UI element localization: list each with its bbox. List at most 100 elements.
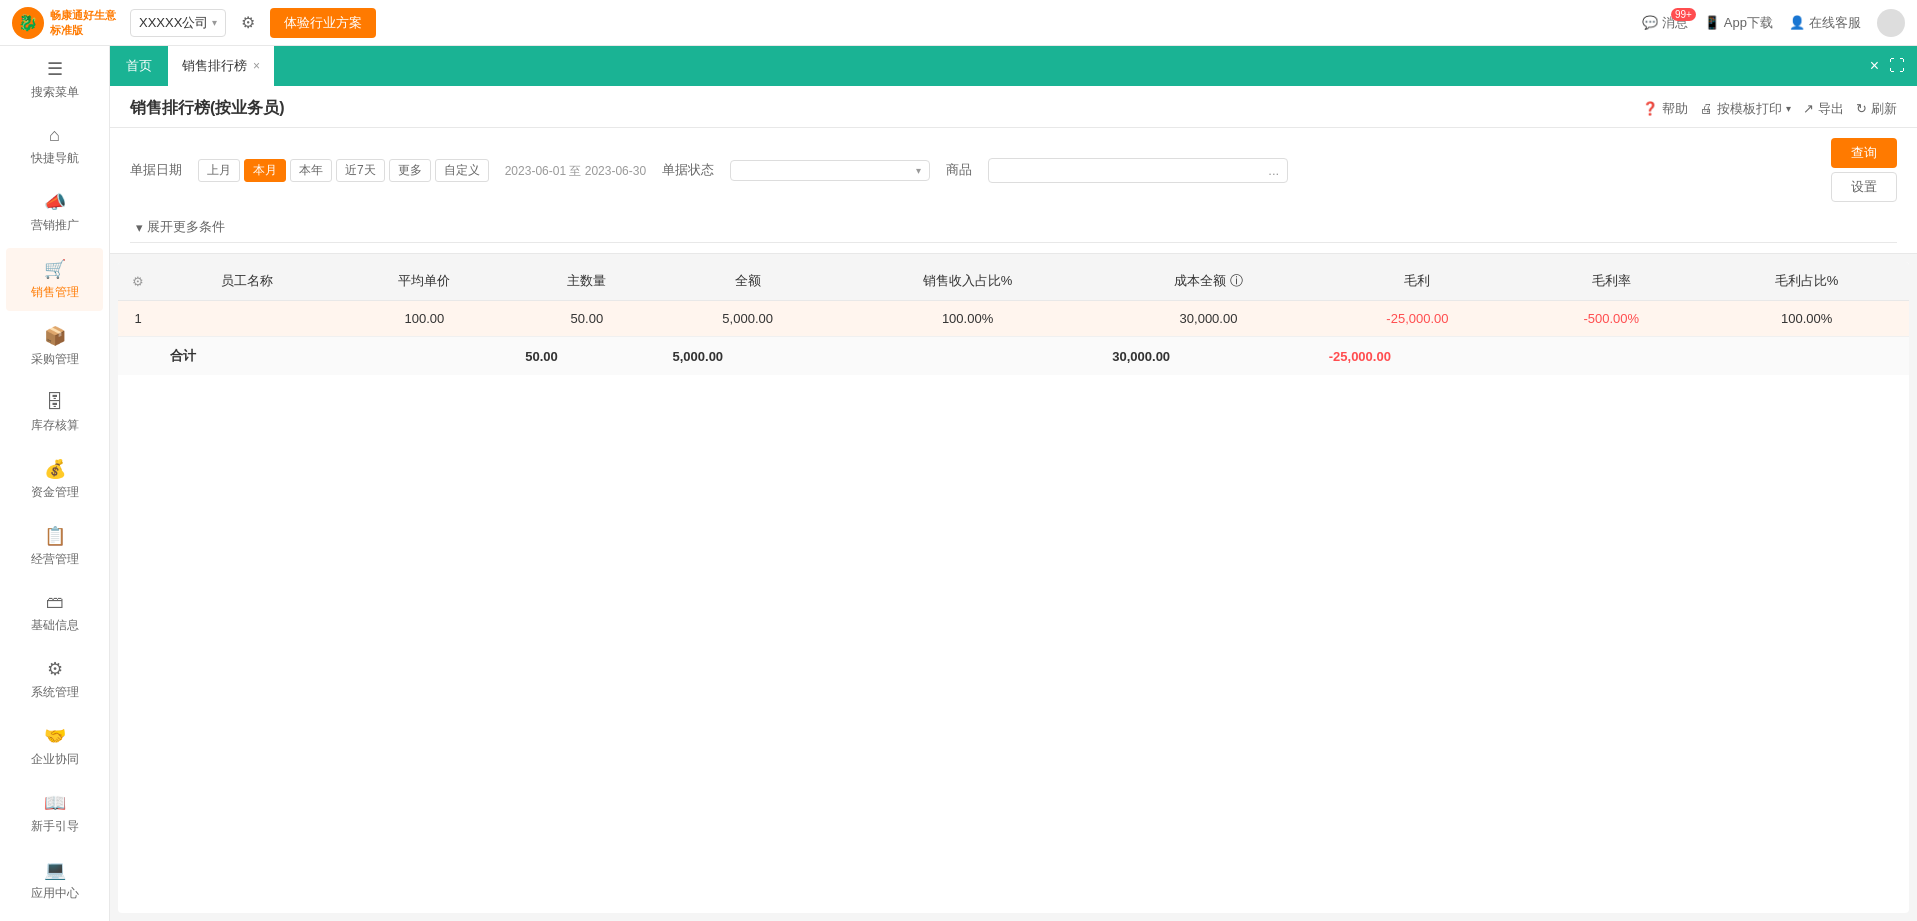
table-col-settings[interactable]: ⚙ (118, 262, 158, 301)
col-avg-price: 平均单价 (336, 262, 514, 301)
status-select-chevron-icon: ▾ (916, 165, 921, 176)
company-selector[interactable]: XXXXX公司 ▾ (130, 9, 226, 37)
cell-avg-price: 100.00 (336, 301, 514, 337)
refresh-button[interactable]: ↻ 刷新 (1856, 100, 1897, 118)
expand-more-row: ▾ 展开更多条件 (130, 206, 1897, 243)
window-maximize-icon[interactable]: ⛶ (1889, 57, 1905, 75)
footer-quantity: 50.00 (513, 337, 660, 376)
message-button[interactable]: 💬 消息 99+ (1642, 14, 1688, 32)
refresh-icon: ↻ (1856, 101, 1867, 116)
table-body: 1100.0050.005,000.00100.00%30,000.00-25,… (118, 301, 1909, 337)
tab-close-icon[interactable]: × (253, 59, 260, 73)
query-button[interactable]: 查询 (1831, 138, 1897, 168)
logo-icon: 🐉 (12, 7, 44, 39)
sidebar-item-sales[interactable]: 🛒 销售管理 (6, 248, 103, 311)
date-buttons: 上月 本月 本年 近7天 更多 自定义 (198, 159, 489, 182)
search-icon: ☰ (47, 58, 63, 80)
date-custom-button[interactable]: 自定义 (435, 159, 489, 182)
cell-gross: -25,000.00 (1317, 301, 1518, 337)
export-button[interactable]: ↗ 导出 (1803, 100, 1844, 118)
goods-filter-label: 商品 (946, 161, 972, 179)
status-select[interactable]: ▾ (730, 160, 930, 181)
footer-gross-rate (1518, 337, 1704, 376)
finance-icon: 💰 (44, 458, 66, 480)
expand-down-icon: ▾ (136, 220, 143, 235)
basics-icon: 🗃 (46, 592, 64, 613)
col-amount: 全额 (660, 262, 834, 301)
topbar-right: 💬 消息 99+ 📱 App下载 👤 在线客服 (1642, 9, 1905, 37)
sidebar-item-finance[interactable]: 💰 资金管理 (6, 448, 103, 511)
sidebar-item-enterprise[interactable]: 🤝 企业协同 (6, 715, 103, 778)
logo: 🐉 畅康通好生意 标准版 (12, 7, 122, 39)
tab-sales-ranking[interactable]: 销售排行榜 × (168, 46, 274, 86)
app-download-button[interactable]: 📱 App下载 (1704, 14, 1773, 32)
col-name: 员工名称 (158, 262, 336, 301)
sidebar-item-operations[interactable]: 📋 经营管理 (6, 515, 103, 578)
service-icon: 👤 (1789, 15, 1805, 30)
tab-home[interactable]: 首页 (110, 46, 168, 86)
sidebar-item-guide[interactable]: 📖 新手引导 (6, 782, 103, 845)
table-container: ⚙ 员工名称 平均单价 主数量 全额 销售收入占比% 成本全额 ⓘ 毛利 毛利率… (118, 262, 1909, 913)
data-table: ⚙ 员工名称 平均单价 主数量 全额 销售收入占比% 成本全额 ⓘ 毛利 毛利率… (118, 262, 1909, 375)
filter-area: 单据日期 上月 本月 本年 近7天 更多 自定义 2023-06-01 至 20… (110, 128, 1917, 254)
cell-cost: 30,000.00 (1100, 301, 1316, 337)
online-service-button[interactable]: 👤 在线客服 (1789, 14, 1861, 32)
message-badge: 99+ (1671, 8, 1696, 21)
page-title: 销售排行榜(按业务员) (130, 98, 1642, 119)
sidebar-item-shortcuts[interactable]: ⌂ 快捷导航 (6, 115, 103, 177)
date-filter-label: 单据日期 (130, 161, 182, 179)
col-gross-rate: 毛利率 (1518, 262, 1704, 301)
sidebar-item-marketing[interactable]: 📣 营销推广 (6, 181, 103, 244)
expand-more-button[interactable]: ▾ 展开更多条件 (136, 218, 1891, 236)
enterprise-icon: 🤝 (44, 725, 66, 747)
footer-settings (118, 337, 158, 376)
col-sales-pct: 销售收入占比% (835, 262, 1100, 301)
table-row: 1100.0050.005,000.00100.00%30,000.00-25,… (118, 301, 1909, 337)
filter-settings-button[interactable]: 设置 (1831, 172, 1897, 202)
footer-label: 合计 (158, 337, 336, 376)
inventory-icon: 🗄 (46, 392, 64, 413)
goods-input[interactable]: ... (988, 158, 1288, 183)
home-icon: ⌂ (49, 125, 60, 146)
print-icon: 🖨 (1700, 101, 1713, 116)
col-gross-pct: 毛利占比% (1704, 262, 1909, 301)
table-footer-row: 合计 50.00 5,000.00 30,000.00 -25,000.00 (118, 337, 1909, 376)
sidebar-item-system[interactable]: ⚙ 系统管理 (6, 648, 103, 711)
footer-gross-pct (1704, 337, 1909, 376)
goods-ellipsis-icon: ... (1268, 163, 1279, 178)
sidebar-item-apps[interactable]: 💻 应用中心 (6, 849, 103, 912)
message-icon: 💬 (1642, 15, 1658, 30)
trial-button[interactable]: 体验行业方案 (270, 8, 376, 38)
settings-icon[interactable]: ⚙ (234, 9, 262, 37)
date-year-button[interactable]: 本年 (290, 159, 332, 182)
avatar[interactable] (1877, 9, 1905, 37)
filter-right: 2023-06-01 至 2023-06-30 单据状态 ▾ 商品 ... (505, 138, 1897, 202)
tab-controls: × ⛶ (1870, 57, 1917, 75)
help-button[interactable]: ❓ 帮助 (1642, 100, 1688, 118)
table-header-row: ⚙ 员工名称 平均单价 主数量 全额 销售收入占比% 成本全额 ⓘ 毛利 毛利率… (118, 262, 1909, 301)
page-actions: ❓ 帮助 🖨 按模板打印 ▾ ↗ 导出 ↻ 刷新 (1642, 100, 1897, 118)
system-icon: ⚙ (47, 658, 63, 680)
sidebar-item-search[interactable]: ☰ 搜索菜单 (6, 48, 103, 111)
cell-name (158, 301, 336, 337)
date-current-month-button[interactable]: 本月 (244, 159, 286, 182)
col-quantity: 主数量 (513, 262, 660, 301)
print-button[interactable]: 🖨 按模板打印 ▾ (1700, 100, 1791, 118)
export-icon: ↗ (1803, 101, 1814, 116)
tab-bar: 首页 销售排行榜 × × ⛶ (110, 46, 1917, 86)
footer-amount: 5,000.00 (660, 337, 834, 376)
date-more-button[interactable]: 更多 (389, 159, 431, 182)
page-header: 销售排行榜(按业务员) ❓ 帮助 🖨 按模板打印 ▾ ↗ 导出 (110, 86, 1917, 128)
date-prev-month-button[interactable]: 上月 (198, 159, 240, 182)
col-cost: 成本全额 ⓘ (1100, 262, 1316, 301)
footer-avg-price (336, 337, 514, 376)
sidebar-item-wechat[interactable]: 💬 企业微信 (6, 916, 103, 921)
sidebar-item-purchase[interactable]: 📦 采购管理 (6, 315, 103, 378)
cell-sales-pct: 100.00% (835, 301, 1100, 337)
sidebar-item-inventory[interactable]: 🗄 库存核算 (6, 382, 103, 444)
date-7days-button[interactable]: 近7天 (336, 159, 385, 182)
content-area: 首页 销售排行榜 × × ⛶ 销售排行榜(按业务员) ❓ 帮助 (110, 46, 1917, 921)
sidebar-item-basics[interactable]: 🗃 基础信息 (6, 582, 103, 644)
date-range: 2023-06-01 至 2023-06-30 (505, 163, 646, 180)
window-close-icon[interactable]: × (1870, 57, 1879, 75)
